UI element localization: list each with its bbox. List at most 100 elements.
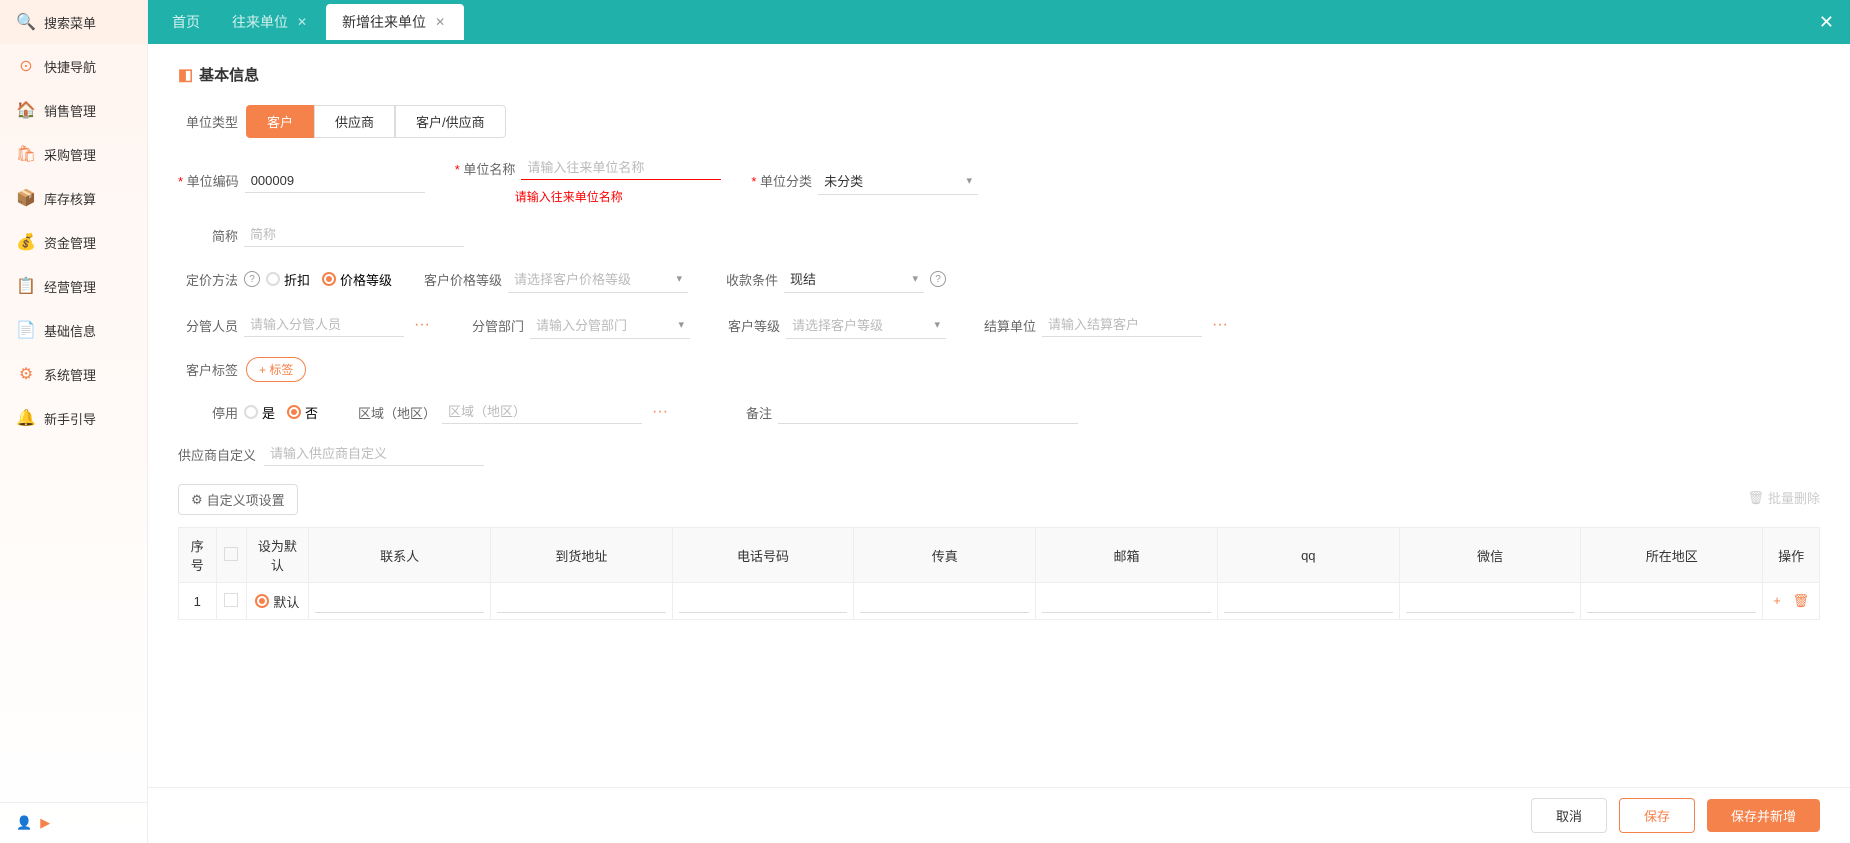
customer-tag-row: 客户标签 + 标签: [178, 357, 1820, 382]
customer-price-chevron: ▾: [677, 272, 683, 285]
row-seq: 1: [179, 583, 217, 620]
disabled-no-circle: [287, 405, 301, 419]
quick-nav-icon: ⊙: [16, 56, 36, 76]
payment-terms-chevron: ▾: [913, 272, 919, 285]
row-contact[interactable]: [309, 583, 491, 620]
unit-name-group: 单位名称 请输入往来单位名称: [455, 156, 722, 205]
sidebar-item-quick-nav[interactable]: ⊙ 快捷导航: [0, 44, 147, 88]
table-row: 1 默认: [179, 583, 1820, 620]
settlement-input[interactable]: [1042, 313, 1202, 337]
pricing-method-label: 定价方法: [178, 270, 238, 289]
sidebar-item-system[interactable]: ⚙ 系统管理: [0, 352, 147, 396]
batch-delete-button[interactable]: 🗑 批量删除: [1747, 488, 1820, 507]
row-add-icon[interactable]: +: [1773, 593, 1781, 608]
region-dots[interactable]: ···: [648, 401, 672, 423]
unit-code-input[interactable]: [245, 169, 425, 193]
payment-terms-select[interactable]: 现结 ▾: [784, 265, 924, 293]
supervisor-label: 分管人员: [178, 316, 238, 335]
supplier-custom-label: 供应商自定义: [178, 445, 256, 464]
sidebar-item-finance[interactable]: 💰 资金管理: [0, 220, 147, 264]
pricing-help-icon[interactable]: ?: [244, 271, 260, 287]
save-button[interactable]: 保存: [1619, 798, 1695, 833]
sidebar-item-basic[interactable]: 📄 基础信息: [0, 308, 147, 352]
supplier-custom-input[interactable]: [264, 442, 484, 466]
region-input[interactable]: [442, 400, 642, 424]
unit-category-group: 单位分类 未分类 ▾: [751, 167, 978, 195]
unit-name-input[interactable]: [521, 156, 721, 180]
unit-type-customer-btn[interactable]: 客户: [246, 105, 314, 138]
disabled-no-radio[interactable]: 否: [287, 403, 318, 422]
unit-type-supplier-btn[interactable]: 供应商: [314, 105, 395, 138]
col-wechat: 微信: [1399, 528, 1581, 583]
row-address[interactable]: [490, 583, 672, 620]
tab-home[interactable]: 首页: [156, 4, 216, 40]
customer-level-select[interactable]: 请选择客户等级 ▾: [786, 311, 946, 339]
col-contact: 联系人: [309, 528, 491, 583]
supervisor-row: 分管人员 ··· 分管部门 请输入分管部门 ▾ 客户等级 请选择客户等级 ▾: [178, 311, 1820, 339]
tab-new-partner[interactable]: 新增往来单位 ✕: [326, 4, 464, 40]
tag-add-button[interactable]: + 标签: [246, 357, 306, 382]
row-qq[interactable]: [1217, 583, 1399, 620]
search-icon: 🔍: [16, 12, 36, 32]
col-actions: 操作: [1763, 528, 1820, 583]
settlement-dots[interactable]: ···: [1208, 314, 1232, 336]
unit-category-select[interactable]: 未分类 ▾: [818, 167, 978, 195]
row-phone[interactable]: [672, 583, 854, 620]
tab-new-partner-close[interactable]: ✕: [432, 14, 448, 30]
row-fax[interactable]: [854, 583, 1036, 620]
pricing-discount-circle: [266, 272, 280, 286]
remark-input[interactable]: [778, 400, 1078, 424]
row-actions: + 🗑: [1763, 583, 1820, 620]
supervisor-dots[interactable]: ···: [410, 314, 434, 336]
sidebar: 🔍 搜索菜单 ⊙ 快捷导航 🏠 销售管理 🛍 采购管理 📦 库存核算 💰 资金管…: [0, 0, 148, 843]
select-all-checkbox[interactable]: [224, 547, 238, 561]
sidebar-item-inventory[interactable]: 📦 库存核算: [0, 176, 147, 220]
window-close-button[interactable]: ✕: [1811, 8, 1842, 37]
sidebar-item-search[interactable]: 🔍 搜索菜单: [0, 0, 147, 44]
save-new-button[interactable]: 保存并新增: [1707, 799, 1820, 832]
col-email: 邮箱: [1036, 528, 1218, 583]
payment-help-icon[interactable]: ?: [930, 271, 946, 287]
finance-icon: 💰: [16, 232, 36, 252]
custom-settings-row: ⚙ 自定义项设置 🗑 批量删除: [178, 484, 1820, 515]
supplier-custom-row: 供应商自定义: [178, 442, 1820, 466]
sidebar-user-icon: 👤: [16, 815, 32, 831]
tab-partners-close[interactable]: ✕: [294, 14, 310, 30]
customer-price-label: 客户价格等级: [422, 270, 502, 289]
section-icon: ◧: [178, 65, 193, 85]
unit-type-both-btn[interactable]: 客户/供应商: [395, 105, 506, 138]
region-group: 区域（地区） ···: [358, 400, 672, 424]
sidebar-item-operations[interactable]: 📋 经营管理: [0, 264, 147, 308]
row-checkbox[interactable]: [216, 583, 246, 620]
row-region[interactable]: [1581, 583, 1763, 620]
region-label: 区域（地区）: [358, 403, 436, 422]
pricing-level-radio[interactable]: 价格等级: [322, 270, 392, 289]
dept-select[interactable]: 请输入分管部门 ▾: [530, 311, 690, 339]
customer-level-chevron: ▾: [934, 318, 940, 331]
operations-icon: 📋: [16, 276, 36, 296]
pricing-method-group: 定价方法 ? 折扣 价格等级: [178, 270, 392, 289]
customer-price-select[interactable]: 请选择客户价格等级 ▾: [508, 265, 688, 293]
remark-label: 备注: [712, 403, 772, 422]
custom-settings-button[interactable]: ⚙ 自定义项设置: [178, 484, 298, 515]
row-wechat[interactable]: [1399, 583, 1581, 620]
supervisor-input[interactable]: [244, 313, 404, 337]
unit-type-group: 客户 供应商 客户/供应商: [246, 105, 506, 138]
sidebar-item-sales[interactable]: 🏠 销售管理: [0, 88, 147, 132]
sidebar-bottom: 👤 ▶: [0, 802, 147, 843]
pricing-discount-radio[interactable]: 折扣: [266, 270, 310, 289]
sidebar-item-purchase[interactable]: 🛍 采购管理: [0, 132, 147, 176]
row-email[interactable]: [1036, 583, 1218, 620]
sales-icon: 🏠: [16, 100, 36, 120]
unit-type-label: 单位类型: [178, 112, 238, 131]
row-delete-icon[interactable]: 🗑: [1792, 593, 1809, 608]
pricing-radio-group: 折扣 价格等级: [266, 270, 392, 289]
supervisor-group: 分管人员 ···: [178, 313, 434, 337]
cancel-button[interactable]: 取消: [1531, 798, 1607, 833]
row-default-radio[interactable]: 默认: [253, 592, 303, 611]
disabled-yes-radio[interactable]: 是: [244, 403, 275, 422]
sidebar-item-guide[interactable]: 🔔 新手引导: [0, 396, 147, 440]
tab-partners[interactable]: 往来单位 ✕: [216, 4, 326, 40]
short-name-input[interactable]: [244, 223, 464, 247]
unit-name-label: 单位名称: [455, 159, 516, 178]
